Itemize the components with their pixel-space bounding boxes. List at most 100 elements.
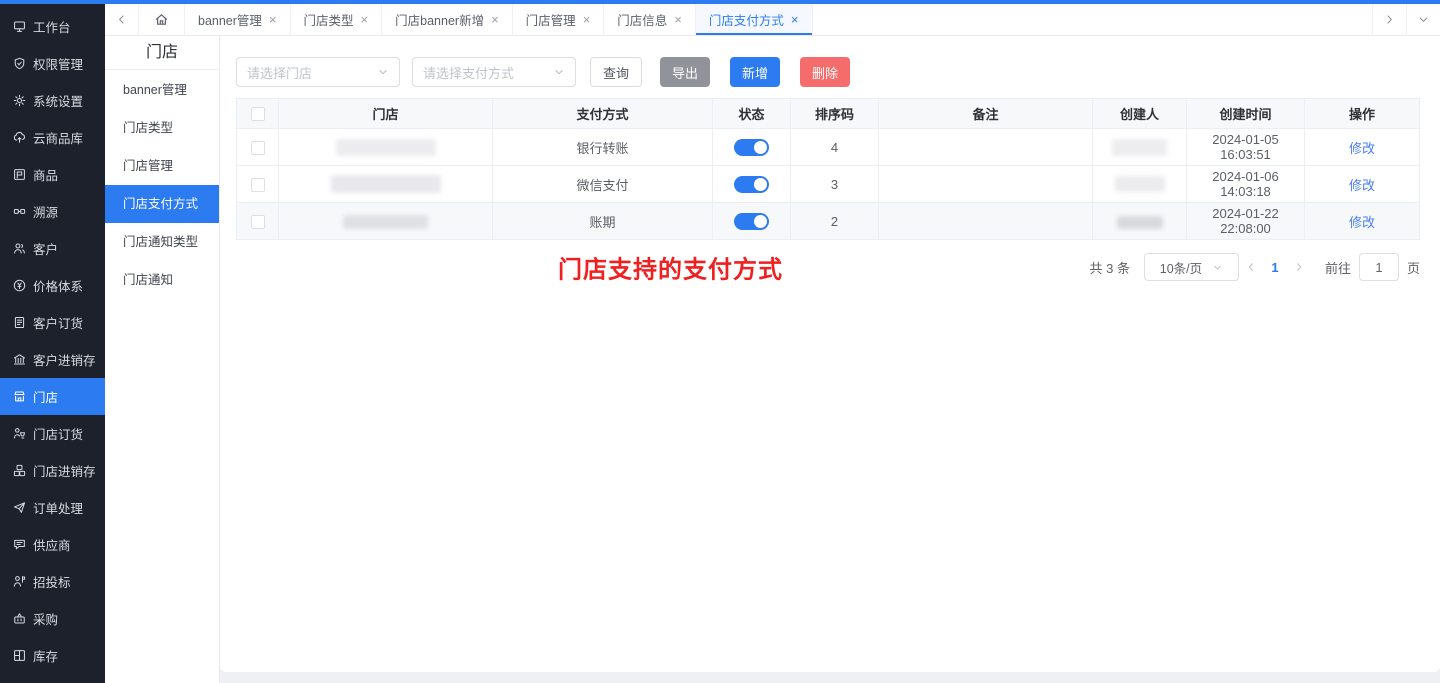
submenu-item-banner管理[interactable]: banner管理: [105, 71, 219, 109]
home-tab[interactable]: [139, 4, 185, 35]
total-count-label: 共 3 条: [1089, 260, 1130, 276]
created-cell: 2024-01-05 16:03:51: [1186, 128, 1305, 166]
secondary-menu-items: banner管理 门店类型 门店管理 门店支付方式 门店通知类型 门店通知: [105, 70, 219, 299]
page-number-button[interactable]: 1: [1263, 260, 1287, 275]
tab-门店banner新增[interactable]: 门店banner新增 ×: [382, 4, 513, 35]
bank-icon: [13, 353, 26, 366]
tab-list: banner管理 × 门店类型 × 门店banner新增 × 门店管理 × 门店信息 × 门店支付方…: [185, 4, 813, 35]
close-icon[interactable]: ×: [361, 13, 369, 26]
sidebar-item-门店订货[interactable]: 门店订货: [0, 415, 105, 452]
submenu-item-门店类型[interactable]: 门店类型: [105, 109, 219, 147]
monitor-icon: [13, 20, 26, 33]
sidebar-item-工作台[interactable]: 工作台: [0, 8, 105, 45]
sort-cell: 2: [790, 202, 879, 240]
row-checkbox[interactable]: [250, 214, 265, 229]
tab-门店信息[interactable]: 门店信息 ×: [604, 4, 696, 35]
sidebar-item-系统设置[interactable]: 系统设置: [0, 82, 105, 119]
sidebar-item-label: 客户进销存: [33, 354, 96, 368]
export-button[interactable]: 导出: [660, 57, 711, 87]
sidebar-item-label: 溯源: [33, 206, 59, 220]
table-footer: 门店支持的支付方式 共 3 条 10条/页 1 前往 1 页: [236, 252, 1420, 284]
payment-method-select[interactable]: 请选择支付方式: [412, 57, 576, 87]
remark-cell: [878, 165, 1093, 203]
sidebar-item-label: 门店: [33, 391, 59, 405]
sidebar-item-门店进销存[interactable]: 门店进销存: [0, 452, 105, 489]
edit-link[interactable]: 修改: [1349, 178, 1375, 193]
close-icon[interactable]: ×: [491, 13, 499, 26]
add-button[interactable]: 新增: [730, 57, 781, 87]
submenu-item-门店通知[interactable]: 门店通知: [105, 261, 219, 299]
lower-area: 门店 banner管理 门店类型 门店管理 门店支付方式 门店通知类型 门店通知 请选择门…: [105, 36, 1440, 683]
row-checkbox[interactable]: [250, 177, 265, 192]
sidebar-item-客户进销存[interactable]: 客户进销存: [0, 341, 105, 378]
submenu-item-门店通知类型[interactable]: 门店通知类型: [105, 223, 219, 261]
sidebar-item-云商品库[interactable]: 云商品库: [0, 119, 105, 156]
customers-icon: [13, 242, 26, 255]
chevron-right-icon: [1293, 261, 1305, 273]
home-icon: [154, 12, 169, 27]
next-page-button[interactable]: [1287, 261, 1311, 273]
sidebar-item-采购[interactable]: 采购: [0, 600, 105, 637]
sidebar-item-库存[interactable]: 库存: [0, 637, 105, 674]
chevron-right-icon: [1383, 13, 1396, 26]
tabs-menu-button[interactable]: [1406, 4, 1440, 35]
tab-门店支付方式[interactable]: 门店支付方式 ×: [695, 4, 813, 35]
submenu-item-门店支付方式[interactable]: 门店支付方式: [105, 185, 219, 223]
sidebar-item-订单处理[interactable]: 订单处理: [0, 489, 105, 526]
supplier-icon: [13, 538, 26, 551]
delete-button[interactable]: 删除: [800, 57, 851, 87]
redacted-text: [330, 175, 441, 193]
tab-label: 门店支付方式: [708, 14, 784, 28]
status-toggle[interactable]: [734, 175, 769, 193]
sidebar-item-门店[interactable]: 门店: [0, 378, 105, 415]
prev-page-button[interactable]: [1239, 261, 1263, 273]
sidebar-item-客户订货[interactable]: 客户订货: [0, 304, 105, 341]
column-header-排序码: 排序码: [790, 98, 879, 129]
sidebar-item-供应商[interactable]: 供应商: [0, 526, 105, 563]
column-header-门店: 门店: [278, 98, 493, 129]
redacted-text: [1112, 138, 1167, 156]
close-icon[interactable]: ×: [674, 13, 682, 26]
close-icon[interactable]: ×: [269, 13, 277, 26]
status-toggle[interactable]: [734, 212, 769, 230]
tabs-scroll-right-button[interactable]: [1372, 4, 1406, 35]
store-cell: [278, 128, 493, 166]
sidebar-item-商品[interactable]: 商品: [0, 156, 105, 193]
tab-门店类型[interactable]: 门店类型 ×: [291, 4, 383, 35]
redacted-text: [335, 138, 436, 156]
edit-link[interactable]: 修改: [1349, 215, 1375, 230]
select-all-checkbox[interactable]: [250, 107, 265, 122]
status-toggle[interactable]: [734, 138, 769, 156]
bid-icon: [13, 575, 26, 588]
cloud-upload-icon: [13, 131, 26, 144]
sidebar-item-权限管理[interactable]: 权限管理: [0, 45, 105, 82]
tabs-scroll-left-button[interactable]: [105, 4, 139, 35]
sidebar-item-溯源[interactable]: 溯源: [0, 193, 105, 230]
chevron-down-icon: [553, 66, 565, 78]
sidebar-item-label: 系统设置: [33, 95, 84, 109]
redacted-text: [1116, 215, 1163, 229]
tab-label: 门店信息: [617, 14, 668, 28]
search-button[interactable]: 查询: [590, 57, 643, 87]
sidebar-item-label: 供应商: [33, 539, 71, 553]
gear-icon: [13, 94, 26, 107]
sidebar-item-客户[interactable]: 客户: [0, 230, 105, 267]
column-header-创建时间: 创建时间: [1186, 98, 1305, 129]
purchase-icon: [13, 612, 26, 625]
row-checkbox[interactable]: [250, 140, 265, 155]
close-icon[interactable]: ×: [791, 13, 799, 26]
store-select[interactable]: 请选择门店: [236, 57, 400, 87]
page-size-select[interactable]: 10条/页: [1143, 253, 1239, 281]
close-icon[interactable]: ×: [583, 13, 591, 26]
sidebar-item-价格体系[interactable]: 价格体系: [0, 267, 105, 304]
created-cell: 2024-01-06 14:03:18: [1186, 165, 1305, 203]
shield-icon: [13, 57, 26, 70]
submenu-item-门店管理[interactable]: 门店管理: [105, 147, 219, 185]
sidebar-item-招投标[interactable]: 招投标: [0, 563, 105, 600]
edit-link[interactable]: 修改: [1349, 141, 1375, 156]
creator-cell: [1092, 165, 1187, 203]
tab-门店管理[interactable]: 门店管理 ×: [513, 4, 605, 35]
sidebar-item-label: 权限管理: [33, 58, 84, 72]
tab-banner管理[interactable]: banner管理 ×: [185, 4, 291, 35]
goto-page-input[interactable]: [1358, 253, 1399, 281]
